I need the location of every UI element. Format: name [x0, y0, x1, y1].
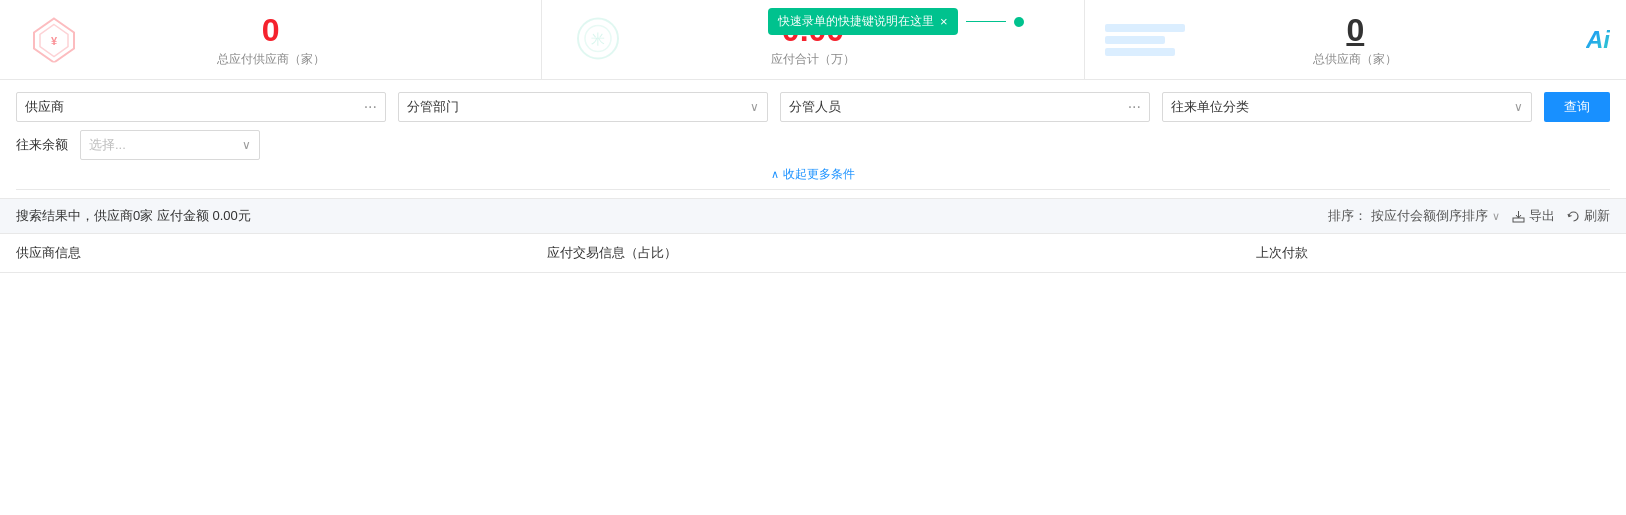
- person-label: 分管人员: [789, 98, 841, 116]
- refresh-icon: [1567, 210, 1580, 223]
- supplier-dots[interactable]: ···: [364, 98, 377, 116]
- sort-arrow: ∨: [1492, 210, 1500, 223]
- diamond-icon-area: ¥: [30, 14, 78, 65]
- tooltip-container: 快速录单的快捷键说明在这里 ×: [768, 8, 1024, 35]
- svg-text:米: 米: [591, 30, 605, 46]
- table-col-header-1: 供应商信息: [16, 244, 547, 262]
- results-actions: 排序： 按应付会额倒序排序 ∨ 导出 刷新: [1328, 207, 1610, 225]
- collapse-label: 收起更多条件: [783, 166, 855, 183]
- stats-bar: ¥ 0 总应付供应商（家） 米 快速录单的快捷键说明在这里 × 0.00 应付合…: [0, 0, 1626, 80]
- unit-category-filter[interactable]: 往来单位分类 ∨: [1162, 92, 1532, 122]
- dept-filter[interactable]: 分管部门 ∨: [398, 92, 768, 122]
- supplier-label: 供应商: [25, 98, 64, 116]
- table-col-header-2: 应付交易信息（占比）: [547, 244, 1255, 262]
- query-button[interactable]: 查询: [1544, 92, 1610, 122]
- piggy-icon-area: 米: [572, 12, 624, 67]
- table-area: 供应商信息 应付交易信息（占比） 上次付款: [0, 234, 1626, 515]
- unit-category-label: 往来单位分类: [1171, 98, 1249, 116]
- balance-select[interactable]: 选择... ∨: [80, 130, 260, 160]
- collapse-button[interactable]: ∧ 收起更多条件: [771, 166, 855, 183]
- table-header: 供应商信息 应付交易信息（占比） 上次付款: [0, 234, 1626, 273]
- dept-arrow[interactable]: ∨: [750, 100, 759, 114]
- total-suppliers-number: 0: [1346, 11, 1364, 49]
- unit-category-arrow[interactable]: ∨: [1514, 100, 1523, 114]
- supplier-filter[interactable]: 供应商 ···: [16, 92, 386, 122]
- tooltip-bubble: 快速录单的快捷键说明在这里 ×: [768, 8, 958, 35]
- filter-area: 供应商 ··· 分管部门 ∨ 分管人员 ··· 往来单位分类 ∨ 查询 往来余额: [0, 80, 1626, 199]
- person-filter[interactable]: 分管人员 ···: [780, 92, 1150, 122]
- table-body: [0, 273, 1626, 515]
- svg-text:¥: ¥: [51, 34, 58, 46]
- payable-suppliers-number: 0: [262, 11, 280, 49]
- export-label: 导出: [1529, 207, 1555, 225]
- stat-payable-total: 米 快速录单的快捷键说明在这里 × 0.00 应付合计（万）: [542, 0, 1084, 79]
- person-dots[interactable]: ···: [1128, 98, 1141, 116]
- payable-total-label: 应付合计（万）: [771, 51, 855, 68]
- bg-blocks: [1105, 24, 1185, 56]
- balance-label: 往来余额: [16, 136, 68, 154]
- balance-placeholder: 选择...: [89, 136, 238, 154]
- results-info: 搜索结果中，供应商0家 应付金额 0.00元: [16, 207, 251, 225]
- sort-dropdown[interactable]: 排序： 按应付会额倒序排序 ∨: [1328, 207, 1500, 225]
- stat-total-suppliers: 0 总供应商（家） Ai: [1085, 0, 1626, 79]
- ai-badge[interactable]: Ai: [1586, 26, 1610, 54]
- refresh-label: 刷新: [1584, 207, 1610, 225]
- refresh-button[interactable]: 刷新: [1567, 207, 1610, 225]
- table-col-header-3: 上次付款: [1256, 244, 1610, 262]
- diamond-icon: ¥: [30, 14, 78, 62]
- filter-row-1: 供应商 ··· 分管部门 ∨ 分管人员 ··· 往来单位分类 ∨ 查询: [16, 92, 1610, 122]
- export-icon: [1512, 210, 1525, 223]
- total-suppliers-label: 总供应商（家）: [1313, 51, 1397, 68]
- sort-prefix: 排序：: [1328, 207, 1367, 225]
- tooltip-text: 快速录单的快捷键说明在这里: [778, 13, 934, 30]
- tooltip-dot: [1014, 17, 1024, 27]
- tooltip-close-button[interactable]: ×: [940, 15, 948, 28]
- sort-option: 按应付会额倒序排序: [1371, 207, 1488, 225]
- stat-total-payable-suppliers: ¥ 0 总应付供应商（家）: [0, 0, 542, 79]
- dept-label: 分管部门: [407, 98, 459, 116]
- collapse-icon: ∧: [771, 168, 779, 181]
- results-bar: 搜索结果中，供应商0家 应付金额 0.00元 排序： 按应付会额倒序排序 ∨ 导…: [0, 199, 1626, 234]
- export-button[interactable]: 导出: [1512, 207, 1555, 225]
- filter-row-2: 往来余额 选择... ∨: [16, 130, 1610, 160]
- tooltip-line: [966, 21, 1006, 22]
- collapse-row: ∧ 收起更多条件: [16, 160, 1610, 190]
- piggy-icon: 米: [572, 12, 624, 64]
- payable-suppliers-label: 总应付供应商（家）: [217, 51, 325, 68]
- balance-arrow: ∨: [242, 138, 251, 152]
